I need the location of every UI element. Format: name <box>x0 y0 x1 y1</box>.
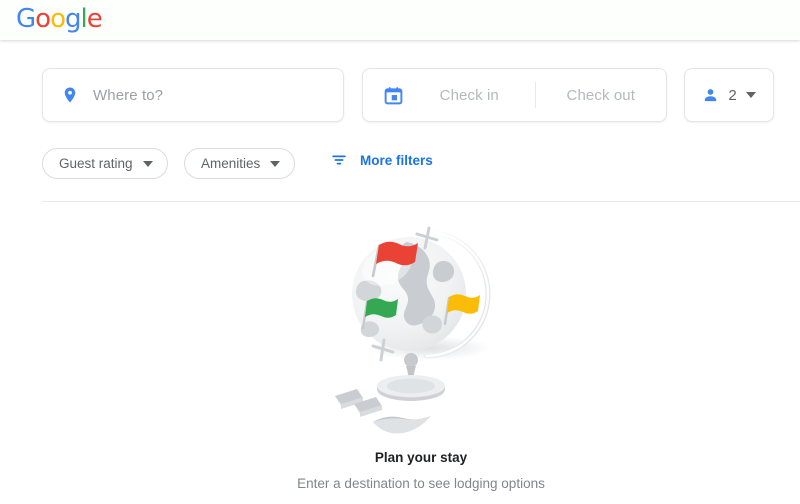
guest-count-label: 2 <box>728 86 737 104</box>
guests-inner: 2 <box>702 86 756 104</box>
filter-chip-amenities[interactable]: Amenities <box>184 148 296 179</box>
destination-search-field[interactable]: Where to? <box>42 68 344 122</box>
chevron-down-icon <box>142 160 153 167</box>
logo-letter-e: e <box>86 4 103 34</box>
location-pin-icon <box>61 84 79 106</box>
check-in-placeholder[interactable]: Check in <box>404 87 535 104</box>
chevron-down-icon <box>270 160 281 167</box>
more-filters-button[interactable]: More filters <box>329 151 433 169</box>
logo-letter-o2: o <box>50 4 66 34</box>
filter-chip-amenities-label: Amenities <box>201 156 261 171</box>
empty-state-panel: Plan your stay Enter a destination to se… <box>42 210 800 504</box>
search-bar-row: Where to? Check in Check out 2 <box>0 68 800 122</box>
filter-chip-guest-rating[interactable]: Guest rating <box>42 148 168 179</box>
logo-letter-g2: g <box>65 4 81 34</box>
chevron-down-icon[interactable] <box>745 92 756 98</box>
person-icon <box>702 87 719 104</box>
calendar-icon <box>383 85 404 106</box>
more-filters-label: More filters <box>360 152 433 168</box>
app-header: Google <box>0 0 800 40</box>
destination-placeholder: Where to? <box>93 86 164 104</box>
tune-filter-icon <box>329 151 349 169</box>
globe-with-flags-illustration <box>321 218 521 438</box>
filter-chips-row: Guest rating Amenities More filters <box>0 148 800 180</box>
dates-field[interactable]: Check in Check out <box>362 68 667 122</box>
filter-chip-guest-rating-label: Guest rating <box>59 156 133 171</box>
check-out-placeholder[interactable]: Check out <box>536 87 667 104</box>
google-logo[interactable]: Google <box>16 4 103 34</box>
content-divider <box>42 201 800 202</box>
guests-selector[interactable]: 2 <box>684 68 774 122</box>
empty-state-title: Plan your stay <box>374 450 468 465</box>
logo-letter-o1: o <box>35 4 51 34</box>
empty-state-subtitle: Enter a destination to see lodging optio… <box>297 476 545 491</box>
logo-letter-g1: G <box>16 4 36 34</box>
